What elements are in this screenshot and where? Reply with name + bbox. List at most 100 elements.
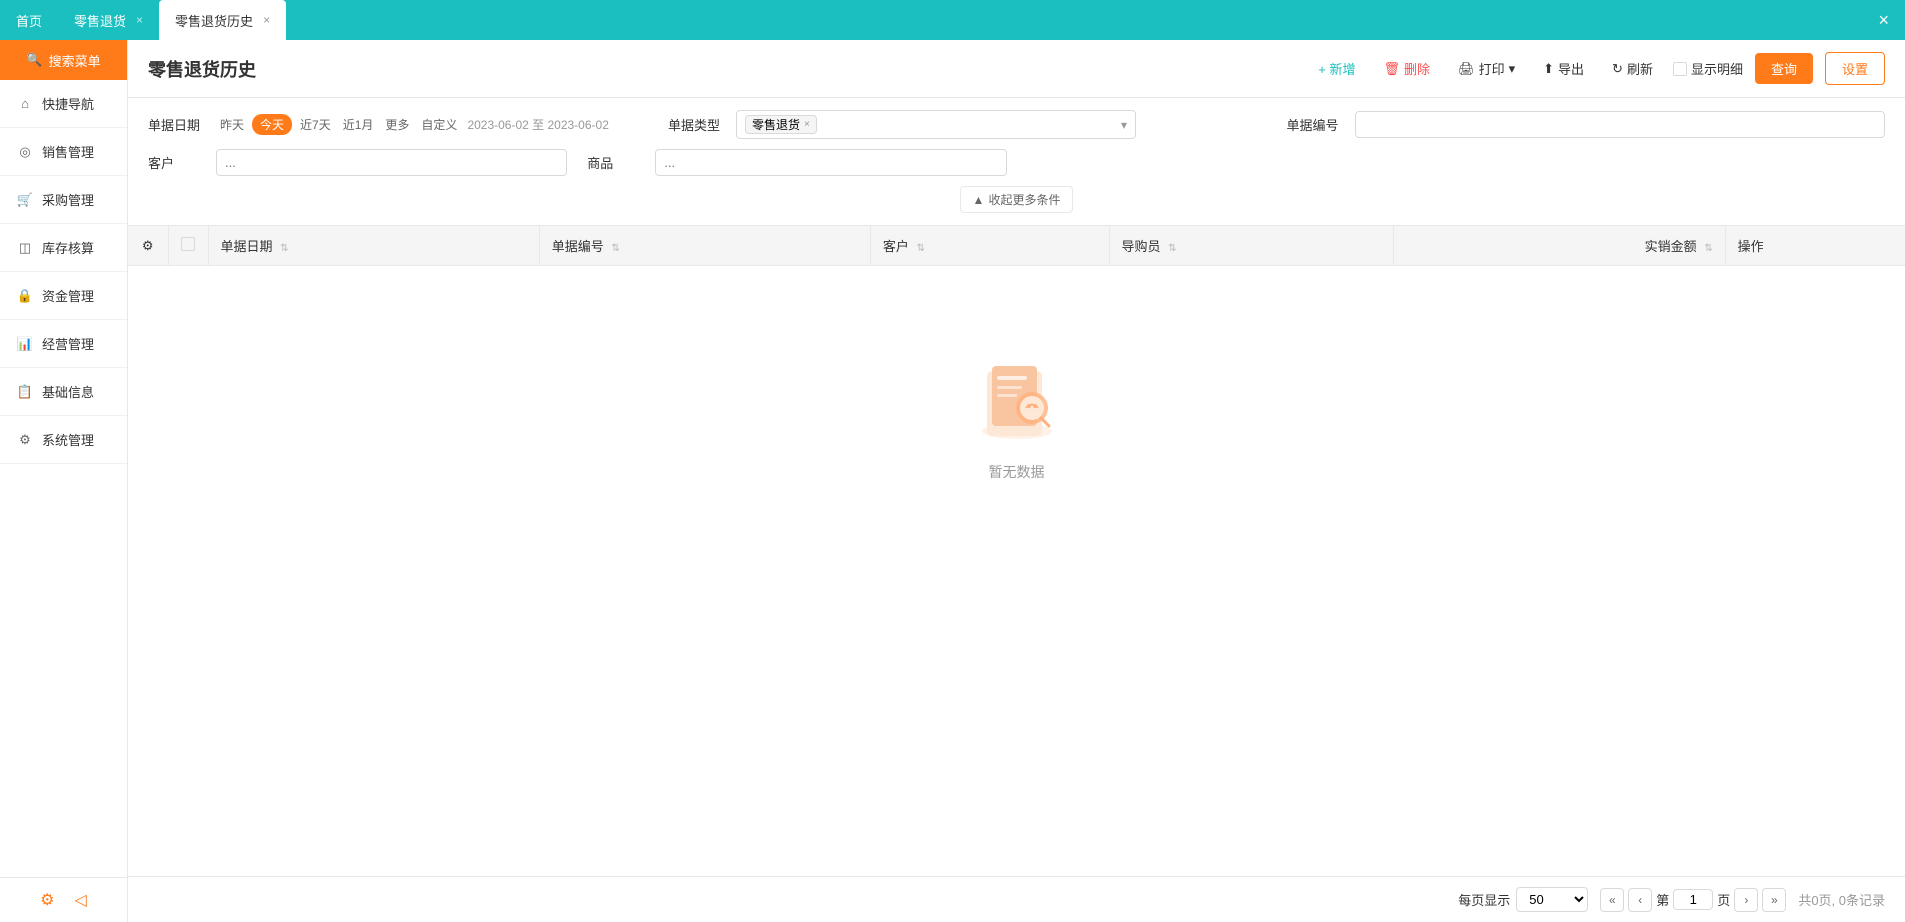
sidebar-item-finance-label: 资金管理 (42, 286, 94, 305)
print-arrow-icon: ▾ (1509, 61, 1516, 77)
topbar-right: × (1878, 10, 1905, 31)
header-actions: + 新增 🗑 删除 🖨 打印 ▾ ⬆ 导出 ↻ 刷新 (1310, 52, 1885, 85)
sidebar-item-system[interactable]: ⚙ 系统管理 (0, 416, 127, 464)
filter-row-1: 单据日期 昨天 今天 近7天 近1月 更多 自定义 2023-06-02 至 2… (148, 110, 1885, 139)
page-header: 零售退货历史 + 新增 🗑 删除 🖨 打印 ▾ ⬆ 导出 ↻ (128, 40, 1905, 98)
settings-footer-icon[interactable]: ⚙ (40, 890, 54, 910)
setting-button[interactable]: 设置 (1825, 52, 1885, 85)
prev-page-button[interactable]: ‹ (1628, 888, 1652, 912)
select-all-checkbox[interactable] (181, 237, 195, 251)
sort-no-icon: ⇅ (611, 243, 619, 254)
tab-retail-return-close[interactable]: × (136, 13, 143, 27)
goods-input[interactable] (655, 149, 1006, 176)
page-number-input[interactable] (1673, 889, 1713, 910)
th-settings[interactable]: ⚙ (128, 226, 168, 266)
th-guide[interactable]: 导购员 ⇅ (1109, 226, 1394, 266)
sidebar-item-inventory[interactable]: ◫ 库存核算 (0, 224, 127, 272)
next-page-button[interactable]: › (1734, 888, 1758, 912)
shortcut-yesterday[interactable]: 昨天 (216, 114, 248, 135)
voucher-type-select[interactable]: 零售退货 × ▾ (736, 110, 1136, 139)
tab-retail-return-history[interactable]: 零售退货历史 × (159, 0, 286, 40)
new-button[interactable]: + 新增 (1310, 55, 1363, 82)
page-size-select[interactable]: 20 50 100 (1516, 887, 1588, 912)
empty-state-icon (967, 346, 1067, 446)
page-total-info: 共0页, 0条记录 (1798, 890, 1885, 909)
sidebar-item-finance[interactable]: 🔒 资金管理 (0, 272, 127, 320)
display-detail-label: 显示明细 (1691, 59, 1743, 78)
shortcut-1month[interactable]: 近1月 (339, 114, 378, 135)
shortcut-custom[interactable]: 自定义 (417, 114, 461, 135)
management-icon: 📊 (16, 335, 34, 353)
refresh-button[interactable]: ↻ 刷新 (1604, 55, 1661, 82)
tab-retail-return[interactable]: 零售退货 × (58, 0, 159, 40)
first-page-button[interactable]: « (1600, 888, 1624, 912)
sidebar-item-sales[interactable]: ◎ 销售管理 (0, 128, 127, 176)
pagination-size: 每页显示 20 50 100 (1458, 887, 1588, 912)
window-close-icon[interactable]: × (1878, 10, 1889, 31)
sidebar-item-quicknav[interactable]: ⌂ 快捷导航 (0, 80, 127, 128)
th-amount[interactable]: 实销金额 ⇅ (1394, 226, 1725, 266)
tab-home[interactable]: 首页 (0, 0, 58, 40)
delete-icon: 🗑 (1384, 61, 1401, 77)
shortcut-today[interactable]: 今天 (252, 114, 292, 135)
empty-row: 暂无数据 (128, 266, 1905, 563)
tab-retail-return-history-close[interactable]: × (263, 13, 270, 27)
voucher-type-label: 单据类型 (668, 115, 728, 134)
sidebar-item-management[interactable]: 📊 经营管理 (0, 320, 127, 368)
settings-icon[interactable]: ⚙ (142, 238, 154, 253)
volume-footer-icon[interactable]: ◁ (75, 890, 87, 910)
shortcut-7days[interactable]: 近7天 (296, 114, 335, 135)
sidebar-item-management-label: 经营管理 (42, 334, 94, 353)
collapse-button[interactable]: ▲ 收起更多条件 (960, 186, 1074, 213)
sidebar-item-purchase[interactable]: 🛒 采购管理 (0, 176, 127, 224)
pagination-nav: « ‹ 第 页 › » (1600, 888, 1786, 912)
display-detail-check-icon[interactable] (1673, 62, 1687, 76)
date-filter-item: 单据日期 昨天 今天 近7天 近1月 更多 自定义 2023-06-02 至 2… (148, 114, 648, 135)
voucher-no-input[interactable] (1355, 111, 1886, 138)
table-container: ⚙ 单据日期 ⇅ 单据编号 ⇅ (128, 226, 1905, 876)
customer-label: 客户 (148, 153, 208, 172)
finance-icon: 🔒 (16, 287, 34, 305)
date-filter-label: 单据日期 (148, 115, 208, 134)
th-amount-label: 实销金额 (1645, 239, 1697, 254)
pagination-bar: 每页显示 20 50 100 « ‹ 第 页 › » 共0页, 0条记录 (128, 876, 1905, 922)
sidebar-search[interactable]: 🔍 搜索菜单 (0, 40, 127, 80)
page-title: 零售退货历史 (148, 56, 256, 82)
th-date[interactable]: 单据日期 ⇅ (208, 226, 539, 266)
goods-label: 商品 (587, 153, 647, 172)
print-button[interactable]: 🖨 打印 ▾ (1450, 55, 1523, 82)
goods-filter-item: 商品 (587, 149, 1006, 176)
tab-home-label: 首页 (16, 11, 42, 30)
sidebar-item-basicinfo[interactable]: 📋 基础信息 (0, 368, 127, 416)
shortcut-more[interactable]: 更多 (381, 114, 413, 135)
filter-row-2: 客户 商品 (148, 149, 1885, 176)
sidebar: 🔍 搜索菜单 ⌂ 快捷导航 ◎ 销售管理 🛒 采购管理 ◫ 库存核算 🔒 资 (0, 40, 128, 922)
date-filter-controls: 昨天 今天 近7天 近1月 更多 自定义 2023-06-02 至 2023-0… (216, 114, 609, 135)
export-label: 导出 (1558, 59, 1584, 78)
display-detail-checkbox[interactable]: 显示明细 (1673, 59, 1743, 78)
filter-area: 单据日期 昨天 今天 近7天 近1月 更多 自定义 2023-06-02 至 2… (128, 98, 1905, 226)
th-guide-label: 导购员 (1122, 239, 1161, 254)
sidebar-menu: ⌂ 快捷导航 ◎ 销售管理 🛒 采购管理 ◫ 库存核算 🔒 资金管理 📊 经营 (0, 80, 127, 877)
delete-label: 删除 (1404, 59, 1430, 78)
th-checkbox[interactable] (168, 226, 208, 266)
search-icon: 🔍 (26, 52, 42, 68)
voucher-type-tag-close[interactable]: × (804, 119, 810, 130)
delete-button[interactable]: 🗑 删除 (1376, 55, 1439, 82)
sidebar-item-basicinfo-label: 基础信息 (42, 382, 94, 401)
page-suffix: 页 (1717, 890, 1730, 909)
last-page-button[interactable]: » (1762, 888, 1786, 912)
page-size-label: 每页显示 (1458, 890, 1510, 909)
sidebar-footer: ⚙ ◁ (0, 877, 127, 922)
content-area: 零售退货历史 + 新增 🗑 删除 🖨 打印 ▾ ⬆ 导出 ↻ (128, 40, 1905, 922)
query-button[interactable]: 查询 (1755, 53, 1813, 84)
th-customer[interactable]: 客户 ⇅ (870, 226, 1109, 266)
table-header-row: ⚙ 单据日期 ⇅ 单据编号 ⇅ (128, 226, 1905, 266)
th-no[interactable]: 单据编号 ⇅ (539, 226, 870, 266)
home-icon: ⌂ (16, 95, 34, 113)
sort-date-icon: ⇅ (280, 243, 288, 254)
th-action: 操作 (1725, 226, 1905, 266)
voucher-type-tag-label: 零售退货 (752, 116, 800, 133)
customer-input[interactable] (216, 149, 567, 176)
export-button[interactable]: ⬆ 导出 (1535, 55, 1592, 82)
